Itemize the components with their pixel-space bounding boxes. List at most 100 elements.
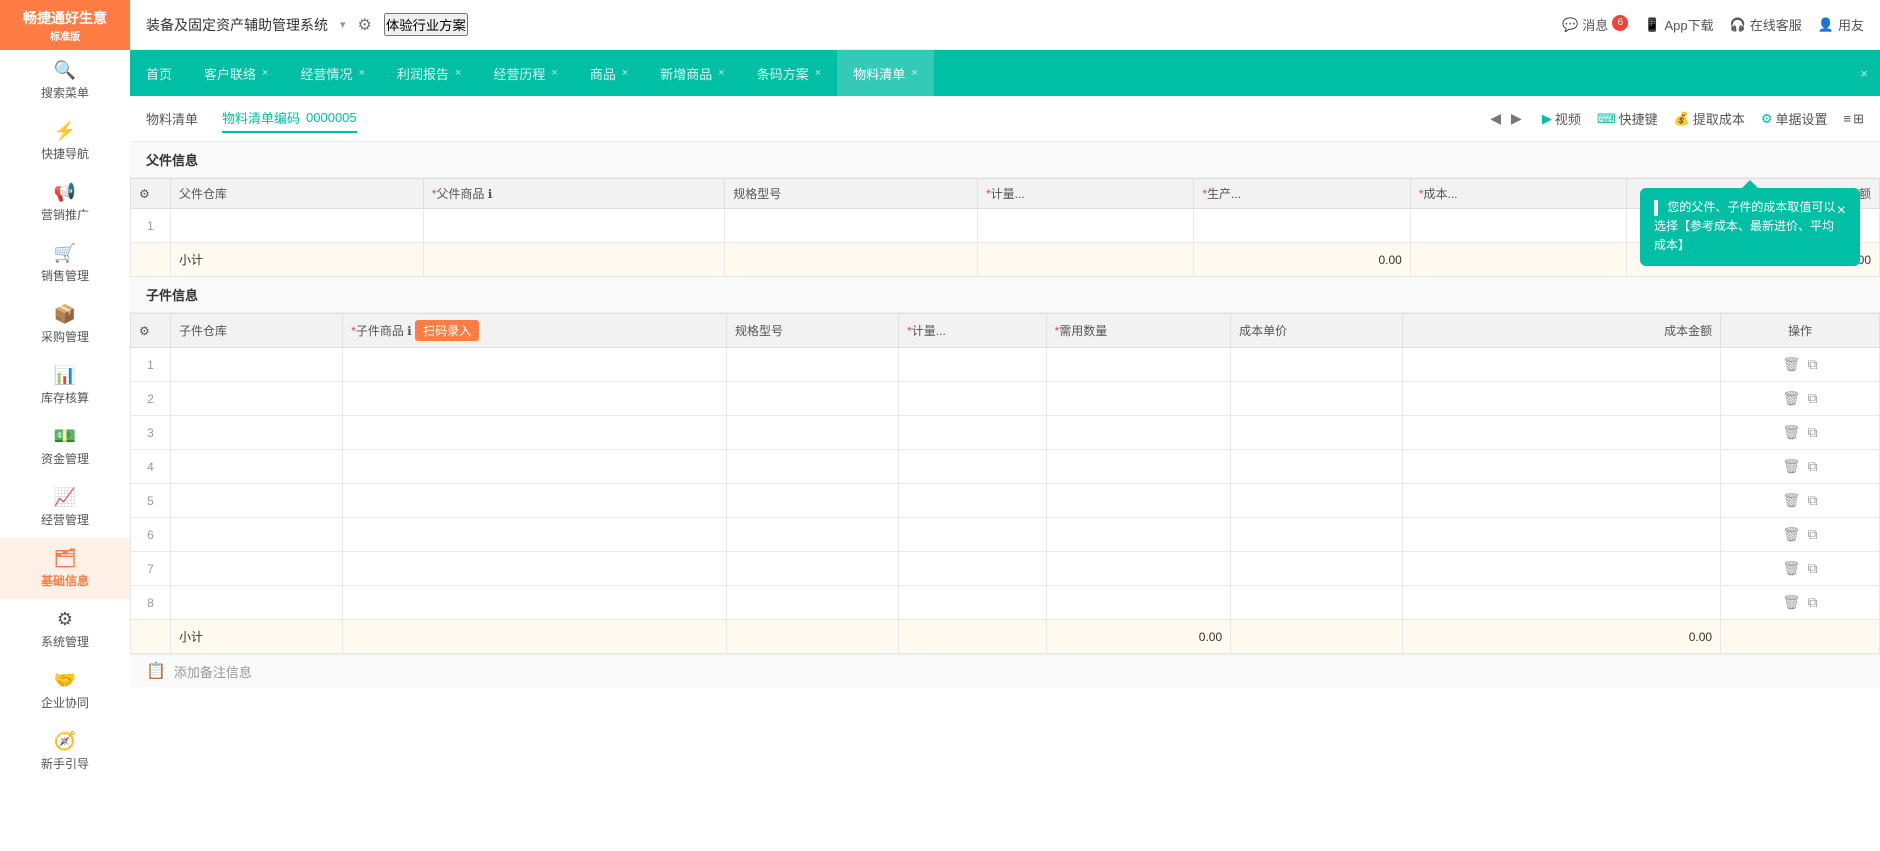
- cost-action[interactable]: 💰 提取成本: [1674, 109, 1745, 128]
- layout-grid-icon[interactable]: ⊞: [1853, 111, 1864, 127]
- copy-icon[interactable]: ⧉: [1808, 594, 1818, 610]
- layout-list-icon[interactable]: ≡: [1844, 111, 1852, 127]
- table-row: 6 🗑 ⧉: [131, 518, 1880, 552]
- tab-new-product[interactable]: 新增商品 ×: [644, 50, 740, 96]
- tab-history[interactable]: 经营历程 ×: [477, 50, 573, 96]
- tab-new-product-close[interactable]: ×: [718, 67, 724, 79]
- sidebar-item-marketing[interactable]: 📢 营销推广: [0, 172, 130, 233]
- tooltip-indicator: |: [1654, 200, 1658, 216]
- message-action[interactable]: 💬 消息 6: [1562, 15, 1628, 34]
- child-spec-2[interactable]: [726, 382, 898, 416]
- sidebar-item-finance[interactable]: 💵 资金管理: [0, 416, 130, 477]
- row-num: 1: [131, 348, 171, 382]
- parent-produce-cell[interactable]: [1194, 209, 1410, 243]
- tab-profit[interactable]: 利润报告 ×: [381, 50, 477, 96]
- delete-icon[interactable]: 🗑: [1782, 594, 1800, 610]
- sub-tab-detail[interactable]: 物料清单编码 0000005: [222, 104, 357, 133]
- child-qty-2[interactable]: [1046, 382, 1231, 416]
- delete-icon[interactable]: 🗑: [1782, 560, 1800, 576]
- online-service-action[interactable]: 🎧 在线客服: [1730, 15, 1802, 34]
- sub-tab-list[interactable]: 物料清单: [146, 105, 198, 132]
- delete-icon[interactable]: 🗑: [1782, 356, 1800, 372]
- shortcut-action[interactable]: ⌨ 快捷键: [1597, 109, 1658, 128]
- settings-action[interactable]: ⚙ 单据设置: [1761, 109, 1828, 128]
- delete-icon[interactable]: 🗑: [1782, 424, 1800, 440]
- parent-unit-cell[interactable]: [977, 209, 1193, 243]
- delete-icon[interactable]: 🗑: [1782, 390, 1800, 406]
- tab-bom[interactable]: 物料清单 ×: [837, 50, 933, 96]
- copy-icon[interactable]: ⧉: [1808, 424, 1818, 440]
- child-warehouse-1[interactable]: [171, 348, 343, 382]
- close-all-tabs[interactable]: ×: [1848, 66, 1880, 81]
- child-col-unit: *计量...: [899, 314, 1046, 348]
- child-qty-1[interactable]: [1046, 348, 1231, 382]
- online-service-label: 在线客服: [1750, 15, 1802, 34]
- experience-button[interactable]: 体验行业方案: [384, 13, 468, 36]
- tab-home[interactable]: 首页: [130, 50, 188, 96]
- sidebar-item-search[interactable]: 🔍 搜索菜单: [0, 50, 130, 111]
- child-price-1[interactable]: [1231, 348, 1403, 382]
- scan-button[interactable]: 扫码录入: [415, 320, 479, 341]
- doc-code: 0000005: [306, 110, 357, 125]
- table-row: 3 🗑 ⧉: [131, 416, 1880, 450]
- child-price-2[interactable]: [1231, 382, 1403, 416]
- tab-profit-close[interactable]: ×: [455, 67, 461, 79]
- child-unit-2[interactable]: [899, 382, 1046, 416]
- sidebar-item-guide[interactable]: 🧭 新手引导: [0, 721, 130, 782]
- child-warehouse-2[interactable]: [171, 382, 343, 416]
- tab-product[interactable]: 商品 ×: [574, 50, 644, 96]
- user-action[interactable]: 👤 用友: [1818, 15, 1864, 34]
- parent-cost-cell[interactable]: [1410, 209, 1626, 243]
- sidebar-item-basic[interactable]: 🗂 基础信息: [0, 538, 130, 599]
- parent-product-cell[interactable]: [423, 209, 725, 243]
- tab-customer-close[interactable]: ×: [262, 67, 268, 79]
- tab-history-close[interactable]: ×: [551, 67, 557, 79]
- tab-business[interactable]: 经营情况 ×: [284, 50, 380, 96]
- tab-business-close[interactable]: ×: [358, 67, 364, 79]
- row-num: 2: [131, 382, 171, 416]
- delete-icon[interactable]: 🗑: [1782, 458, 1800, 474]
- message-badge: 6: [1612, 15, 1628, 31]
- parent-section-title: 父件信息: [130, 142, 1880, 178]
- delete-icon[interactable]: 🗑: [1782, 492, 1800, 508]
- parent-warehouse-cell[interactable]: [171, 209, 424, 243]
- child-unit-1[interactable]: [899, 348, 1046, 382]
- app-download-action[interactable]: 📱 App下载: [1644, 15, 1713, 34]
- child-product-1[interactable]: [343, 348, 727, 382]
- sidebar-item-quicknav[interactable]: ⚡ 快捷导航: [0, 111, 130, 172]
- sidebar-item-purchase[interactable]: 📦 采购管理: [0, 294, 130, 355]
- copy-icon[interactable]: ⧉: [1808, 560, 1818, 576]
- tooltip-close[interactable]: ×: [1837, 198, 1846, 224]
- sidebar-item-label: 资金管理: [41, 450, 89, 467]
- sidebar-item-sales[interactable]: 🛒 销售管理: [0, 233, 130, 294]
- delete-icon[interactable]: 🗑: [1782, 526, 1800, 542]
- tab-product-close[interactable]: ×: [622, 67, 628, 79]
- tab-barcode[interactable]: 条码方案 ×: [741, 50, 837, 96]
- search-icon: 🔍: [54, 60, 76, 81]
- nav-prev[interactable]: ◀: [1486, 108, 1505, 129]
- child-product-2[interactable]: [343, 382, 727, 416]
- copy-icon[interactable]: ⧉: [1808, 356, 1818, 372]
- sidebar-item-inventory[interactable]: 📊 库存核算: [0, 355, 130, 416]
- settings-button[interactable]: ⚙: [358, 15, 372, 35]
- tab-barcode-close[interactable]: ×: [815, 67, 821, 79]
- user-icon: 👤: [1818, 17, 1834, 33]
- parent-col-gear[interactable]: ⚙: [131, 179, 171, 209]
- copy-icon[interactable]: ⧉: [1808, 458, 1818, 474]
- view-action[interactable]: ▶ 视频: [1542, 109, 1581, 128]
- copy-icon[interactable]: ⧉: [1808, 526, 1818, 542]
- copy-icon[interactable]: ⧉: [1808, 390, 1818, 406]
- parent-spec-cell[interactable]: [725, 209, 978, 243]
- child-amount-2: [1403, 382, 1721, 416]
- child-col-gear[interactable]: ⚙: [131, 314, 171, 348]
- sidebar-item-operation[interactable]: 📈 经营管理: [0, 477, 130, 538]
- system-dropdown-arrow[interactable]: ▾: [340, 18, 346, 31]
- nav-next[interactable]: ▶: [1507, 108, 1526, 129]
- child-spec-1[interactable]: [726, 348, 898, 382]
- copy-icon[interactable]: ⧉: [1808, 492, 1818, 508]
- sidebar-item-system[interactable]: ⚙ 系统管理: [0, 599, 130, 660]
- add-note-label[interactable]: 添加备注信息: [174, 662, 252, 681]
- sidebar-item-collab[interactable]: 🤝 企业协同: [0, 660, 130, 721]
- tab-bom-close[interactable]: ×: [911, 67, 917, 79]
- tab-customer[interactable]: 客户联络 ×: [188, 50, 284, 96]
